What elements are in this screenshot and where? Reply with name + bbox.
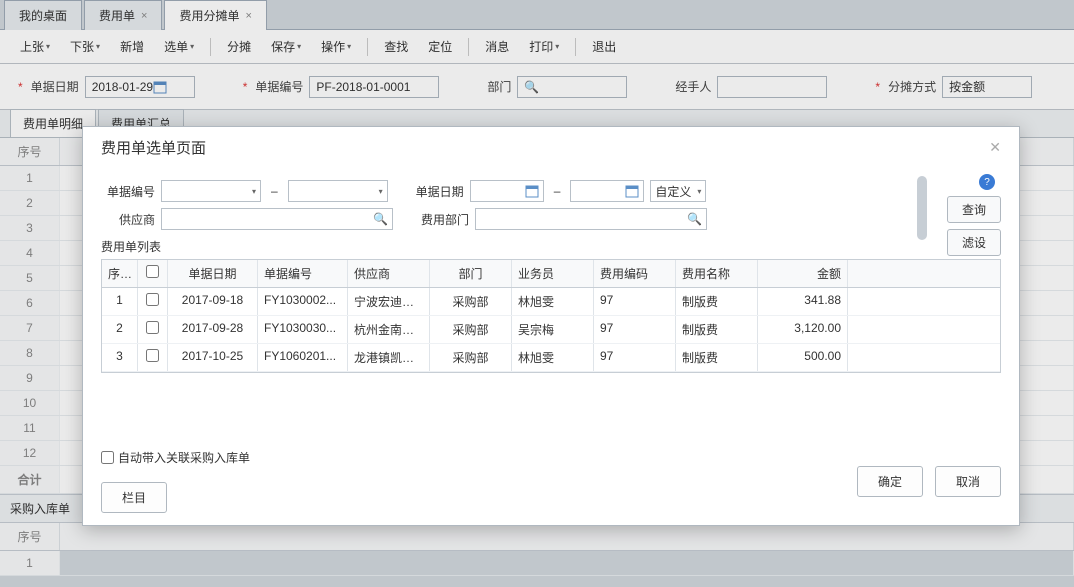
cell-check xyxy=(138,344,168,371)
cell-dept: 采购部 xyxy=(430,316,512,343)
col-supplier: 供应商 xyxy=(348,260,430,287)
modal-body: 单据编号 ▾ – ▾ 单据日期 – 自定义▾ 供应商 🔍 费用部门 🔍 ? 查询… xyxy=(83,168,1019,439)
filter-buttons: ? 查询 滤设 xyxy=(947,174,1001,256)
help-icon[interactable]: ? xyxy=(979,174,995,190)
cell-fee-code: 97 xyxy=(594,316,676,343)
select-modal: 费用单选单页面 ✕ 单据编号 ▾ – ▾ 单据日期 – 自定义▾ 供应商 🔍 费… xyxy=(82,126,1020,526)
modal-header: 费用单选单页面 ✕ xyxy=(83,127,1019,168)
cell-check xyxy=(138,316,168,343)
col-seq: 序号 xyxy=(102,260,138,287)
close-icon[interactable]: ✕ xyxy=(989,139,1001,156)
col-amount: 金额 xyxy=(758,260,848,287)
modal-footer: 自动带入关联采购入库单 栏目 确定 取消 xyxy=(83,439,1019,525)
cell-dept: 采购部 xyxy=(430,344,512,371)
list-title: 费用单列表 xyxy=(101,238,1001,255)
filter-code-to[interactable]: ▾ xyxy=(288,180,388,202)
cell-fee-code: 97 xyxy=(594,288,676,315)
filter-date-range[interactable]: 自定义▾ xyxy=(650,180,706,202)
cell-seq: 3 xyxy=(102,344,138,371)
cell-supplier: 杭州金南工... xyxy=(348,316,430,343)
cell-code: FY1060201... xyxy=(258,344,348,371)
column-button[interactable]: 栏目 xyxy=(101,482,167,513)
cell-date: 2017-09-18 xyxy=(168,288,258,315)
filter-scrollbar[interactable] xyxy=(917,176,927,240)
row-checkbox[interactable] xyxy=(146,321,159,334)
select-all-checkbox[interactable] xyxy=(146,265,159,278)
table-row[interactable]: 3 2017-10-25FY1060201...龙港镇凯吉...采购部林旭雯97制… xyxy=(102,344,1000,372)
cancel-button[interactable]: 取消 xyxy=(935,466,1001,497)
filter-supplier-input[interactable]: 🔍 xyxy=(161,208,393,230)
range-dash: – xyxy=(267,184,282,198)
search-icon[interactable]: 🔍 xyxy=(687,212,702,226)
cell-amount: 500.00 xyxy=(758,344,848,371)
col-code: 单据编号 xyxy=(258,260,348,287)
filter-date-to[interactable] xyxy=(570,180,644,202)
cell-biz: 林旭雯 xyxy=(512,344,594,371)
filter-date-from[interactable] xyxy=(470,180,544,202)
cell-supplier: 龙港镇凯吉... xyxy=(348,344,430,371)
modal-title-text: 费用单选单页面 xyxy=(101,137,206,158)
cell-code: FY1030002... xyxy=(258,288,348,315)
cell-biz: 林旭雯 xyxy=(512,288,594,315)
cell-check xyxy=(138,288,168,315)
cell-date: 2017-10-25 xyxy=(168,344,258,371)
col-fee-code: 费用编码 xyxy=(594,260,676,287)
chevron-down-icon: ▾ xyxy=(697,187,701,196)
cell-fee-code: 97 xyxy=(594,344,676,371)
row-checkbox[interactable] xyxy=(146,293,159,306)
expense-list-table: 序号 单据日期 单据编号 供应商 部门 业务员 费用编码 费用名称 金额 1 20… xyxy=(101,259,1001,373)
cell-date: 2017-09-28 xyxy=(168,316,258,343)
auto-link-checkbox[interactable] xyxy=(101,451,114,464)
table-header: 序号 单据日期 单据编号 供应商 部门 业务员 费用编码 费用名称 金额 xyxy=(102,260,1000,288)
calendar-icon xyxy=(625,184,639,198)
range-dash: – xyxy=(550,184,565,198)
col-biz: 业务员 xyxy=(512,260,594,287)
auto-link-checkbox-label[interactable]: 自动带入关联采购入库单 xyxy=(101,449,250,466)
search-icon[interactable]: 🔍 xyxy=(373,212,388,226)
filter-dept-input[interactable]: 🔍 xyxy=(475,208,707,230)
filter-supplier-label: 供应商 xyxy=(101,211,155,228)
row-checkbox[interactable] xyxy=(146,349,159,362)
cell-seq: 2 xyxy=(102,316,138,343)
filter-dept-label: 费用部门 xyxy=(399,211,469,228)
cell-fee-name: 制版费 xyxy=(676,344,758,371)
cell-code: FY1030030... xyxy=(258,316,348,343)
ok-button[interactable]: 确定 xyxy=(857,466,923,497)
col-dept: 部门 xyxy=(430,260,512,287)
cell-fee-name: 制版费 xyxy=(676,316,758,343)
filter-date-label: 单据日期 xyxy=(394,183,464,200)
cell-fee-name: 制版费 xyxy=(676,288,758,315)
query-button[interactable]: 查询 xyxy=(947,196,1001,223)
table-row[interactable]: 2 2017-09-28FY1030030...杭州金南工...采购部吴宗梅97制… xyxy=(102,316,1000,344)
col-fee-name: 费用名称 xyxy=(676,260,758,287)
filter-settings-button[interactable]: 滤设 xyxy=(947,229,1001,256)
col-date: 单据日期 xyxy=(168,260,258,287)
cell-seq: 1 xyxy=(102,288,138,315)
chevron-down-icon: ▾ xyxy=(252,187,256,196)
table-row[interactable]: 1 2017-09-18FY1030002...宁波宏迪尺...采购部林旭雯97制… xyxy=(102,288,1000,316)
cell-dept: 采购部 xyxy=(430,288,512,315)
cell-supplier: 宁波宏迪尺... xyxy=(348,288,430,315)
auto-link-text: 自动带入关联采购入库单 xyxy=(118,449,250,466)
calendar-icon xyxy=(525,184,539,198)
filter-code-label: 单据编号 xyxy=(101,183,155,200)
filter-code-from[interactable]: ▾ xyxy=(161,180,261,202)
cell-amount: 341.88 xyxy=(758,288,848,315)
cell-amount: 3,120.00 xyxy=(758,316,848,343)
col-check xyxy=(138,260,168,287)
cell-biz: 吴宗梅 xyxy=(512,316,594,343)
chevron-down-icon: ▾ xyxy=(379,187,383,196)
